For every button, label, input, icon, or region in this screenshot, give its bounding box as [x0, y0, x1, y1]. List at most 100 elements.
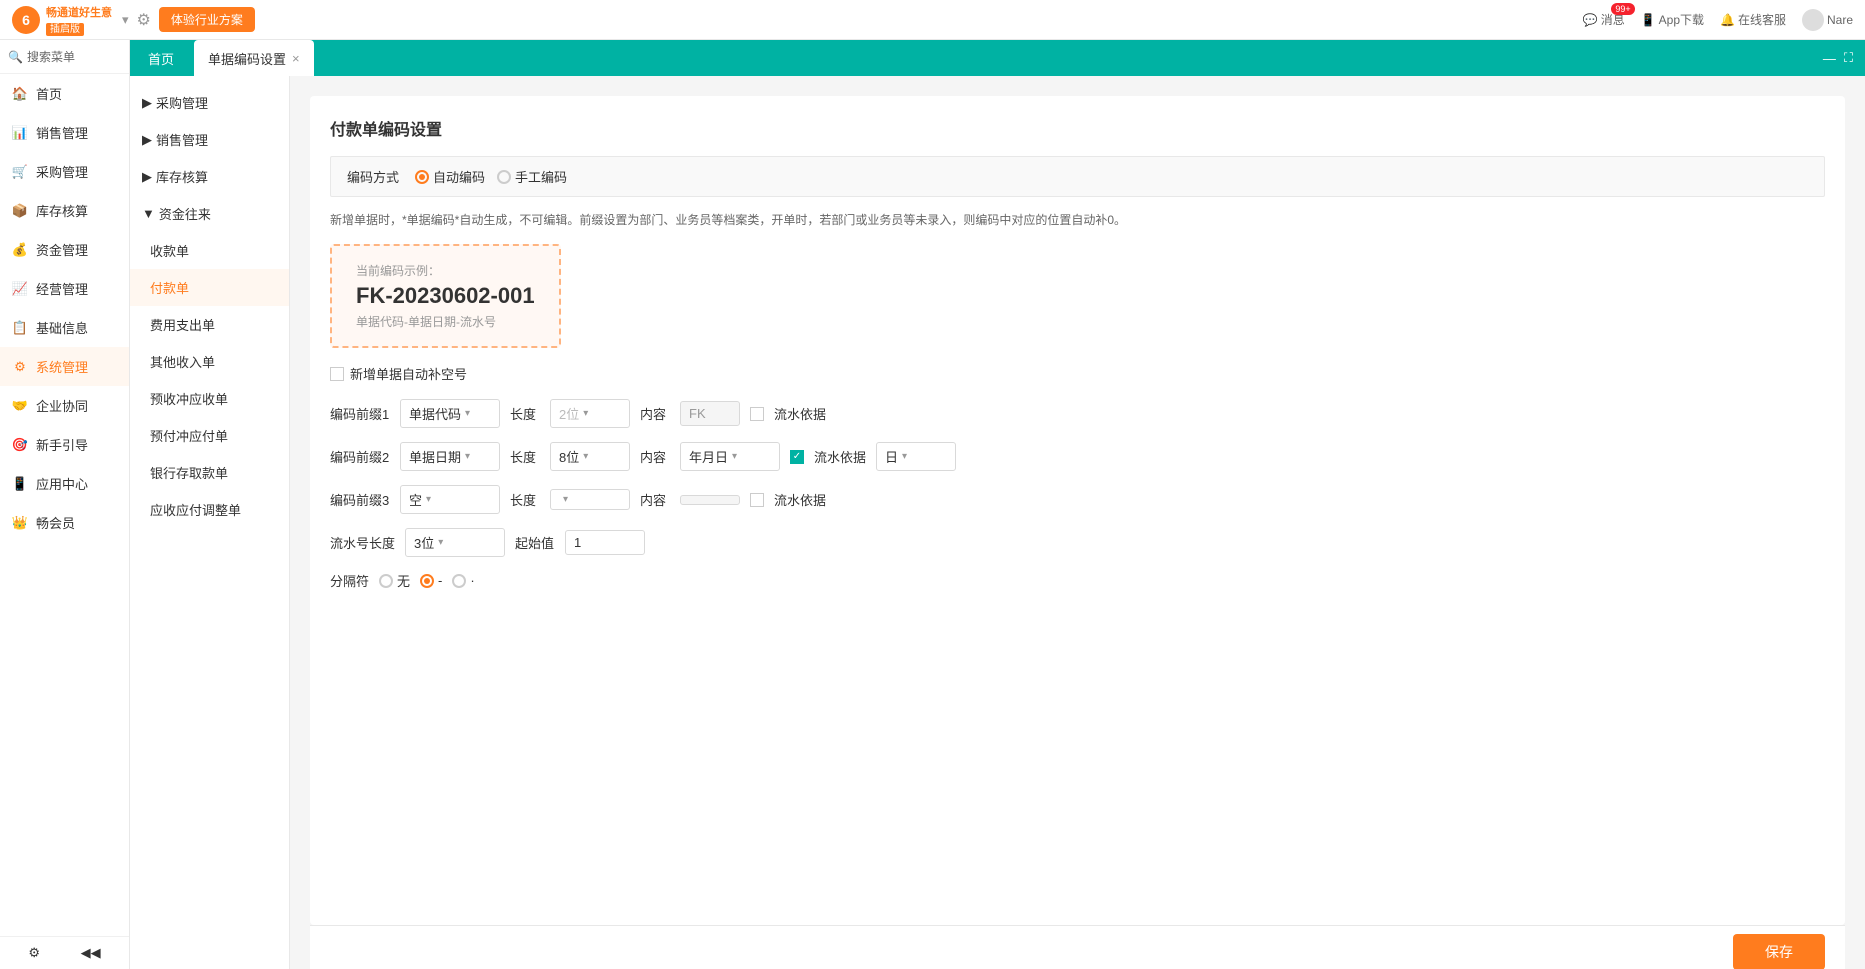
prefix2-period-select[interactable]: 日 ▾: [876, 442, 956, 471]
start-val-label: 起始值: [515, 533, 555, 552]
start-val-input[interactable]: 1: [565, 530, 645, 555]
app-download-btn[interactable]: 📱 App下载: [1641, 11, 1704, 28]
prefix1-select[interactable]: 单据代码 ▾: [400, 399, 500, 428]
prefix3-arrow-icon: ▾: [426, 494, 431, 505]
sidebar-item-guide[interactable]: 🎯 新手引导: [0, 425, 129, 464]
tab-active[interactable]: 单据编码设置 ×: [194, 40, 314, 76]
prefix1-length-select[interactable]: 2位 ▾: [550, 399, 630, 428]
sub-group-sales[interactable]: ▶ 销售管理: [130, 121, 289, 158]
sub-group-inventory[interactable]: ▶ 库存核算: [130, 158, 289, 195]
base-icon: 📋: [12, 320, 28, 336]
sidebar-item-sales[interactable]: 📊 销售管理: [0, 113, 129, 152]
prefix1-stream-label: 流水依据: [774, 404, 826, 423]
tab-spacer: [314, 40, 1811, 76]
sub-sidebar: ▶ 采购管理 ▶ 销售管理 ▶ 库存核算 ▼ 资金往来 收款单 付款单 费用支出…: [130, 76, 290, 969]
prefix3-length-arrow-icon: ▾: [563, 494, 568, 505]
prefix1-length-arrow-icon: ▾: [583, 408, 588, 419]
settings-bottom-icon[interactable]: ⚙: [28, 945, 40, 961]
sub-item-other-income[interactable]: 其他收入单: [130, 343, 289, 380]
sub-item-receipt[interactable]: 收款单: [130, 232, 289, 269]
top-bar-right: 💬 消息 99+ 📱 App下载 🔔 在线客服 Nare: [1583, 9, 1853, 31]
content-wrapper: 付款单编码设置 编码方式 自动编码 手工编码: [310, 96, 1845, 925]
sub-item-payment[interactable]: 付款单: [130, 269, 289, 306]
sep-dash-radio[interactable]: -: [420, 573, 442, 588]
prefix3-stream-checkbox[interactable]: [750, 493, 764, 507]
prefix2-stream-checkbox[interactable]: ✓: [790, 450, 804, 464]
tab-bar: 首页 单据编码设置 × — ⛶: [130, 40, 1865, 76]
auto-code-radio[interactable]: 自动编码: [415, 167, 485, 186]
sidebar-item-finance[interactable]: 💰 资金管理: [0, 230, 129, 269]
sub-item-prepay-receivable[interactable]: 预收冲应收单: [130, 380, 289, 417]
sidebar-item-base[interactable]: 📋 基础信息: [0, 308, 129, 347]
search-icon: 🔍: [8, 50, 23, 64]
sub-item-expense[interactable]: 费用支出单: [130, 306, 289, 343]
sidebar-item-member[interactable]: 👑 畅会员: [0, 503, 129, 542]
auto-fill-checkbox[interactable]: [330, 367, 344, 381]
tab-close-icon[interactable]: ×: [292, 51, 300, 66]
dropdown-arrow-icon[interactable]: ▾: [122, 12, 129, 28]
prefix3-content-input: [680, 495, 740, 505]
logo-icon: 6: [12, 6, 40, 34]
prefix2-label: 编码前缀2: [330, 447, 390, 466]
sidebar-item-operation[interactable]: 📈 经营管理: [0, 269, 129, 308]
prefix2-content-select[interactable]: 年月日 ▾: [680, 442, 780, 471]
logo: 6 畅通道好生意 插启版: [12, 4, 112, 35]
prefix2-length-select[interactable]: 8位 ▾: [550, 442, 630, 471]
prefix3-select[interactable]: 空 ▾: [400, 485, 500, 514]
sub-item-prepay-payable[interactable]: 预付冲应付单: [130, 417, 289, 454]
minimize-icon[interactable]: —: [1823, 51, 1836, 66]
maximize-icon[interactable]: ⛶: [1844, 50, 1853, 66]
settings-icon[interactable]: ⚙: [137, 10, 151, 30]
prefix3-row: 编码前缀3 空 ▾ 长度 ▾ 内容 流水依据: [330, 485, 1825, 514]
top-bar-left: 6 畅通道好生意 插启版 ▾ ⚙ 体验行业方案: [12, 4, 255, 35]
online-service-btn[interactable]: 🔔 在线客服: [1720, 11, 1786, 28]
serial-length-select[interactable]: 3位 ▾: [405, 528, 505, 557]
sidebar-item-home[interactable]: 🏠 首页: [0, 74, 129, 113]
sidebar-item-purchase[interactable]: 🛒 采购管理: [0, 152, 129, 191]
purchase-icon: 🛒: [12, 164, 28, 180]
sep-none-radio[interactable]: 无: [379, 571, 410, 590]
sidebar-item-system[interactable]: ⚙ 系统管理: [0, 347, 129, 386]
window-buttons: — ⛶: [1811, 40, 1865, 76]
auto-code-dot: [415, 170, 429, 184]
main-layout: 🔍 搜索菜单 🏠 首页 📊 销售管理 🛒 采购管理 📦 库存核算 💰 资金管理 …: [0, 40, 1865, 969]
home-icon: 🏠: [12, 86, 28, 102]
prefix2-arrow-icon: ▾: [465, 451, 470, 462]
message-btn[interactable]: 💬 消息 99+: [1583, 11, 1625, 28]
sub-group-fund[interactable]: ▼ 资金往来: [130, 195, 289, 232]
preview-desc: 单据代码-单据日期-流水号: [356, 313, 535, 330]
sep-dot-radio[interactable]: ·: [452, 573, 474, 588]
encoding-method-card: 编码方式 自动编码 手工编码: [330, 156, 1825, 197]
prefix1-label: 编码前缀1: [330, 404, 390, 423]
prefix1-arrow-icon: ▾: [465, 408, 470, 419]
top-bar: 6 畅通道好生意 插启版 ▾ ⚙ 体验行业方案 💬 消息 99+ 📱 App下载…: [0, 0, 1865, 40]
preview-box: 当前编码示例： FK-20230602-001 单据代码-单据日期-流水号: [330, 244, 561, 348]
prefix3-stream-label: 流水依据: [774, 490, 826, 509]
service-icon: 🔔: [1720, 13, 1735, 27]
sub-group-purchase[interactable]: ▶ 采购管理: [130, 84, 289, 121]
user-profile[interactable]: Nare: [1802, 9, 1853, 31]
trial-btn[interactable]: 体验行业方案: [159, 7, 255, 32]
search-menu[interactable]: 🔍 搜索菜单: [0, 40, 129, 74]
manual-code-dot: [497, 170, 511, 184]
info-text: 新增单据时，*单据编码*自动生成，不可编辑。前缀设置为部门、业务员等档案类，开单…: [330, 211, 1825, 230]
expand-fund-icon: ▼: [142, 206, 155, 221]
sub-item-ar-ap-adjust[interactable]: 应收应付调整单: [130, 491, 289, 528]
prefix3-length-select[interactable]: ▾: [550, 489, 630, 510]
top-bar-controls: ▾ ⚙ 体验行业方案: [122, 7, 255, 32]
sidebar-item-enterprise[interactable]: 🤝 企业协同: [0, 386, 129, 425]
sidebar-item-inventory[interactable]: 📦 库存核算: [0, 191, 129, 230]
prefix2-select[interactable]: 单据日期 ▾: [400, 442, 500, 471]
sep-dot-dot: [452, 574, 466, 588]
collapse-icon[interactable]: ◀◀: [81, 945, 101, 961]
prefix1-stream-checkbox[interactable]: [750, 407, 764, 421]
right-panel: 首页 单据编码设置 × — ⛶ ▶ 采购管理 ▶ 销售管理: [130, 40, 1865, 969]
manual-code-radio[interactable]: 手工编码: [497, 167, 567, 186]
sub-item-bank-deposit[interactable]: 银行存取款单: [130, 454, 289, 491]
prefix1-row: 编码前缀1 单据代码 ▾ 长度 2位 ▾ 内容 FK 流水依据: [330, 399, 1825, 428]
apps-icon: 📱: [12, 476, 28, 492]
save-button[interactable]: 保存: [1733, 934, 1825, 969]
tab-home[interactable]: 首页: [130, 40, 192, 76]
sidebar-item-apps[interactable]: 📱 应用中心: [0, 464, 129, 503]
prefix1-content-input: FK: [680, 401, 740, 426]
